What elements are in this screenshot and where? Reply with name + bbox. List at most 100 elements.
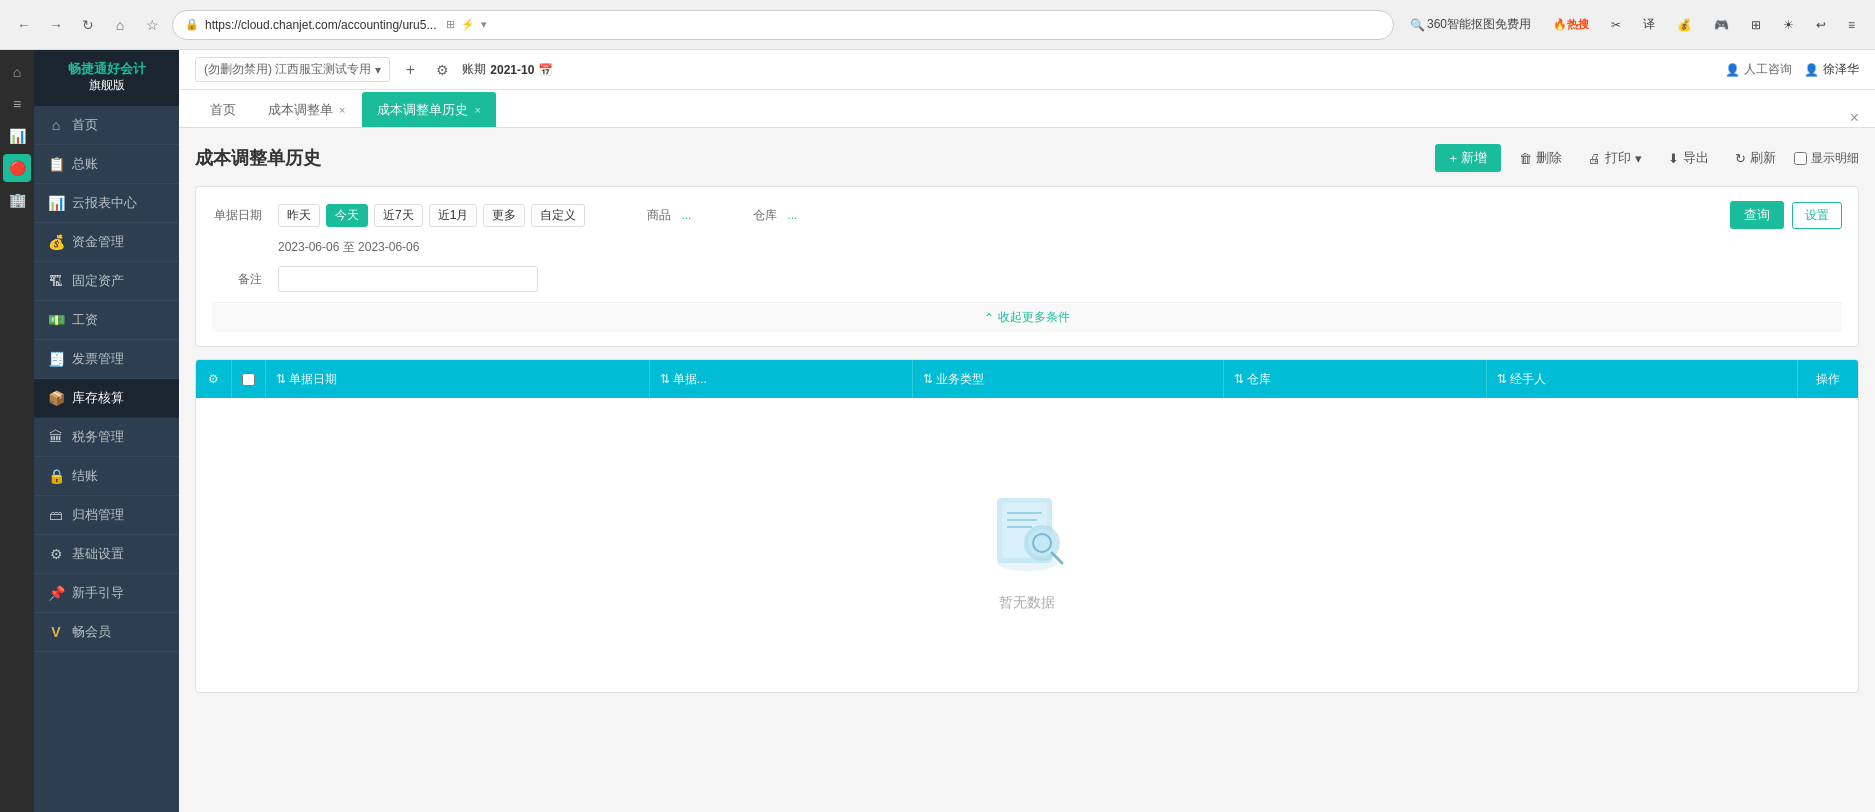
th-date[interactable]: ⇅ 单据日期 [266,360,650,398]
close-all-tabs-btn[interactable]: × [1850,109,1859,127]
url-bar[interactable]: 🔒 https://cloud.chanjet.com/accounting/u… [172,10,1394,40]
forward-button[interactable]: → [44,13,68,37]
sidebar-item-label-vip: 畅会员 [72,623,111,641]
sidebar-item-tax[interactable]: 🏛 税务管理 [34,418,179,457]
sidebar-item-payroll[interactable]: 💵 工资 [34,301,179,340]
game-btn[interactable]: 🎮 [1706,15,1737,35]
tab-cost-adj-history-close[interactable]: × [474,104,480,116]
sidebar-item-period-close[interactable]: 🔒 结账 [34,457,179,496]
tab-cost-adj-close[interactable]: × [339,104,345,116]
tab-cost-adjustment-history[interactable]: 成本调整单历史 × [362,92,495,127]
select-all-checkbox[interactable] [242,373,255,386]
th-gear[interactable]: ⚙ [196,360,232,398]
collapse-more-btn[interactable]: ⌃ 收起更多条件 [212,302,1842,332]
print-btn[interactable]: 🖨 打印 ▾ [1580,145,1650,171]
th-handler-label: 经手人 [1510,371,1546,388]
top-nav: (勿删勿禁用) 江西服宝测试专用 ▾ + ⚙ 账期 2021-10 📅 👤 人工… [179,50,1875,90]
rail-ledger[interactable]: ≡ [3,90,31,118]
rail-social[interactable]: 🔴 [3,154,31,182]
sidebar-item-fixed-assets[interactable]: 🏗 固定资产 [34,262,179,301]
sidebar-item-vip[interactable]: V 畅会员 [34,613,179,652]
sidebar-item-label-fund: 资金管理 [72,233,124,251]
account-period: 账期 2021-10 📅 [462,61,553,78]
settings-icon: ⚙ [48,546,64,562]
sidebar-item-invoice[interactable]: 🧾 发票管理 [34,340,179,379]
calendar-icon[interactable]: 📅 [538,63,553,77]
today-btn[interactable]: 今天 [326,204,368,227]
custom-btn[interactable]: 自定义 [531,204,585,227]
filter-row-date: 单据日期 昨天 今天 近7天 近1月 更多 自定义 商品 ... 仓库 [212,201,1842,229]
period-label: 账期 [462,61,486,78]
th-warehouse[interactable]: ⇅ 仓库 [1224,360,1487,398]
home-button[interactable]: ⌂ [108,13,132,37]
sidebar-item-report-center[interactable]: 📊 云报表中心 [34,184,179,223]
refresh-btn[interactable]: ↻ 刷新 [1727,145,1784,171]
th-num[interactable]: ⇅ 单据... [650,360,913,398]
undo-btn[interactable]: ↩ [1808,15,1834,35]
add-company-btn[interactable]: + [398,58,422,82]
payroll-icon: 💵 [48,312,64,328]
refresh-button[interactable]: ↻ [76,13,100,37]
company-select[interactable]: (勿删勿禁用) 江西服宝测试专用 ▾ [195,57,390,82]
translate-btn[interactable]: 译 [1635,13,1663,36]
company-settings-btn[interactable]: ⚙ [430,58,454,82]
th-biz-type[interactable]: ⇅ 业务类型 [913,360,1224,398]
sidebar-item-guide[interactable]: 📌 新手引导 [34,574,179,613]
search-smart-btn[interactable]: 🔍 360智能抠图免费用 [1402,13,1539,36]
sidebar-item-label-fixed-assets: 固定资产 [72,272,124,290]
delete-btn[interactable]: 🗑 删除 [1511,145,1570,171]
grid-btn[interactable]: ⊞ [1743,15,1769,35]
rail-asset[interactable]: 🏢 [3,186,31,214]
last-month-btn[interactable]: 近1月 [429,204,478,227]
back-button[interactable]: ← [12,13,36,37]
support-link[interactable]: 👤 人工咨询 [1725,61,1792,78]
th-check[interactable] [232,360,266,398]
empty-text: 暂无数据 [999,594,1055,612]
icon-rail: ⌂ ≡ 📊 🔴 🏢 [0,50,34,812]
tax-icon: 🏛 [48,429,64,445]
sidebar-item-settings[interactable]: ⚙ 基础设置 [34,535,179,574]
show-columns-input[interactable] [1794,152,1807,165]
new-btn[interactable]: + 新增 [1435,144,1501,172]
scissor-btn[interactable]: ✂ [1603,15,1629,35]
th-handler[interactable]: ⇅ 经手人 [1487,360,1798,398]
menu-btn[interactable]: ≡ [1840,15,1863,35]
yesterday-btn[interactable]: 昨天 [278,204,320,227]
user-info[interactable]: 👤 徐泽华 [1804,61,1859,78]
warehouse-search-btn[interactable]: ... [787,208,797,222]
filter-panel: 单据日期 昨天 今天 近7天 近1月 更多 自定义 商品 ... 仓库 [195,186,1859,347]
last7days-btn[interactable]: 近7天 [374,204,423,227]
table-header: ⚙ ⇅ 单据日期 ⇅ 单据... ⇅ 业务类型 [196,360,1858,398]
rail-chart[interactable]: 📊 [3,122,31,150]
bookmark-button[interactable]: ☆ [140,13,164,37]
sun-btn[interactable]: ☀ [1775,15,1802,35]
sidebar-item-fund[interactable]: 💰 资金管理 [34,223,179,262]
print-icon: 🖨 [1588,151,1601,166]
browser-bar: ← → ↻ ⌂ ☆ 🔒 https://cloud.chanjet.com/ac… [0,0,1875,50]
sidebar-item-label-settings: 基础设置 [72,545,124,563]
remark-input[interactable] [278,266,538,292]
tab-home[interactable]: 首页 [195,92,251,127]
query-btn[interactable]: 查询 [1730,201,1784,229]
more-btn[interactable]: 更多 [483,204,525,227]
show-columns-label: 显示明细 [1811,150,1859,167]
th-action: 操作 [1798,360,1858,398]
sidebar-item-home[interactable]: ⌂ 首页 [34,106,179,145]
tab-cost-adjustment[interactable]: 成本调整单 × [253,92,360,127]
th-num-sort-icon: ⇅ [660,372,670,386]
sidebar-item-ledger[interactable]: 📋 总账 [34,145,179,184]
url-text: https://cloud.chanjet.com/accounting/uru… [205,18,436,32]
delete-label: 删除 [1536,149,1562,167]
rail-home[interactable]: ⌂ [3,58,31,86]
delete-icon: 🗑 [1519,151,1532,166]
hot-search-btn[interactable]: 🔥热搜 [1545,14,1597,35]
goods-search-btn[interactable]: ... [681,208,691,222]
sidebar-item-inventory[interactable]: 📦 库存核算 [34,379,179,418]
coin-btn[interactable]: 💰 [1669,15,1700,35]
filter-settings-btn[interactable]: 设置 [1792,202,1842,229]
show-columns-checkbox[interactable]: 显示明细 [1794,150,1859,167]
lock-icon: 🔒 [185,18,199,31]
export-btn[interactable]: ⬇ 导出 [1660,145,1717,171]
sidebar-item-archive[interactable]: 🗃 归档管理 [34,496,179,535]
new-label: 新增 [1461,149,1487,167]
